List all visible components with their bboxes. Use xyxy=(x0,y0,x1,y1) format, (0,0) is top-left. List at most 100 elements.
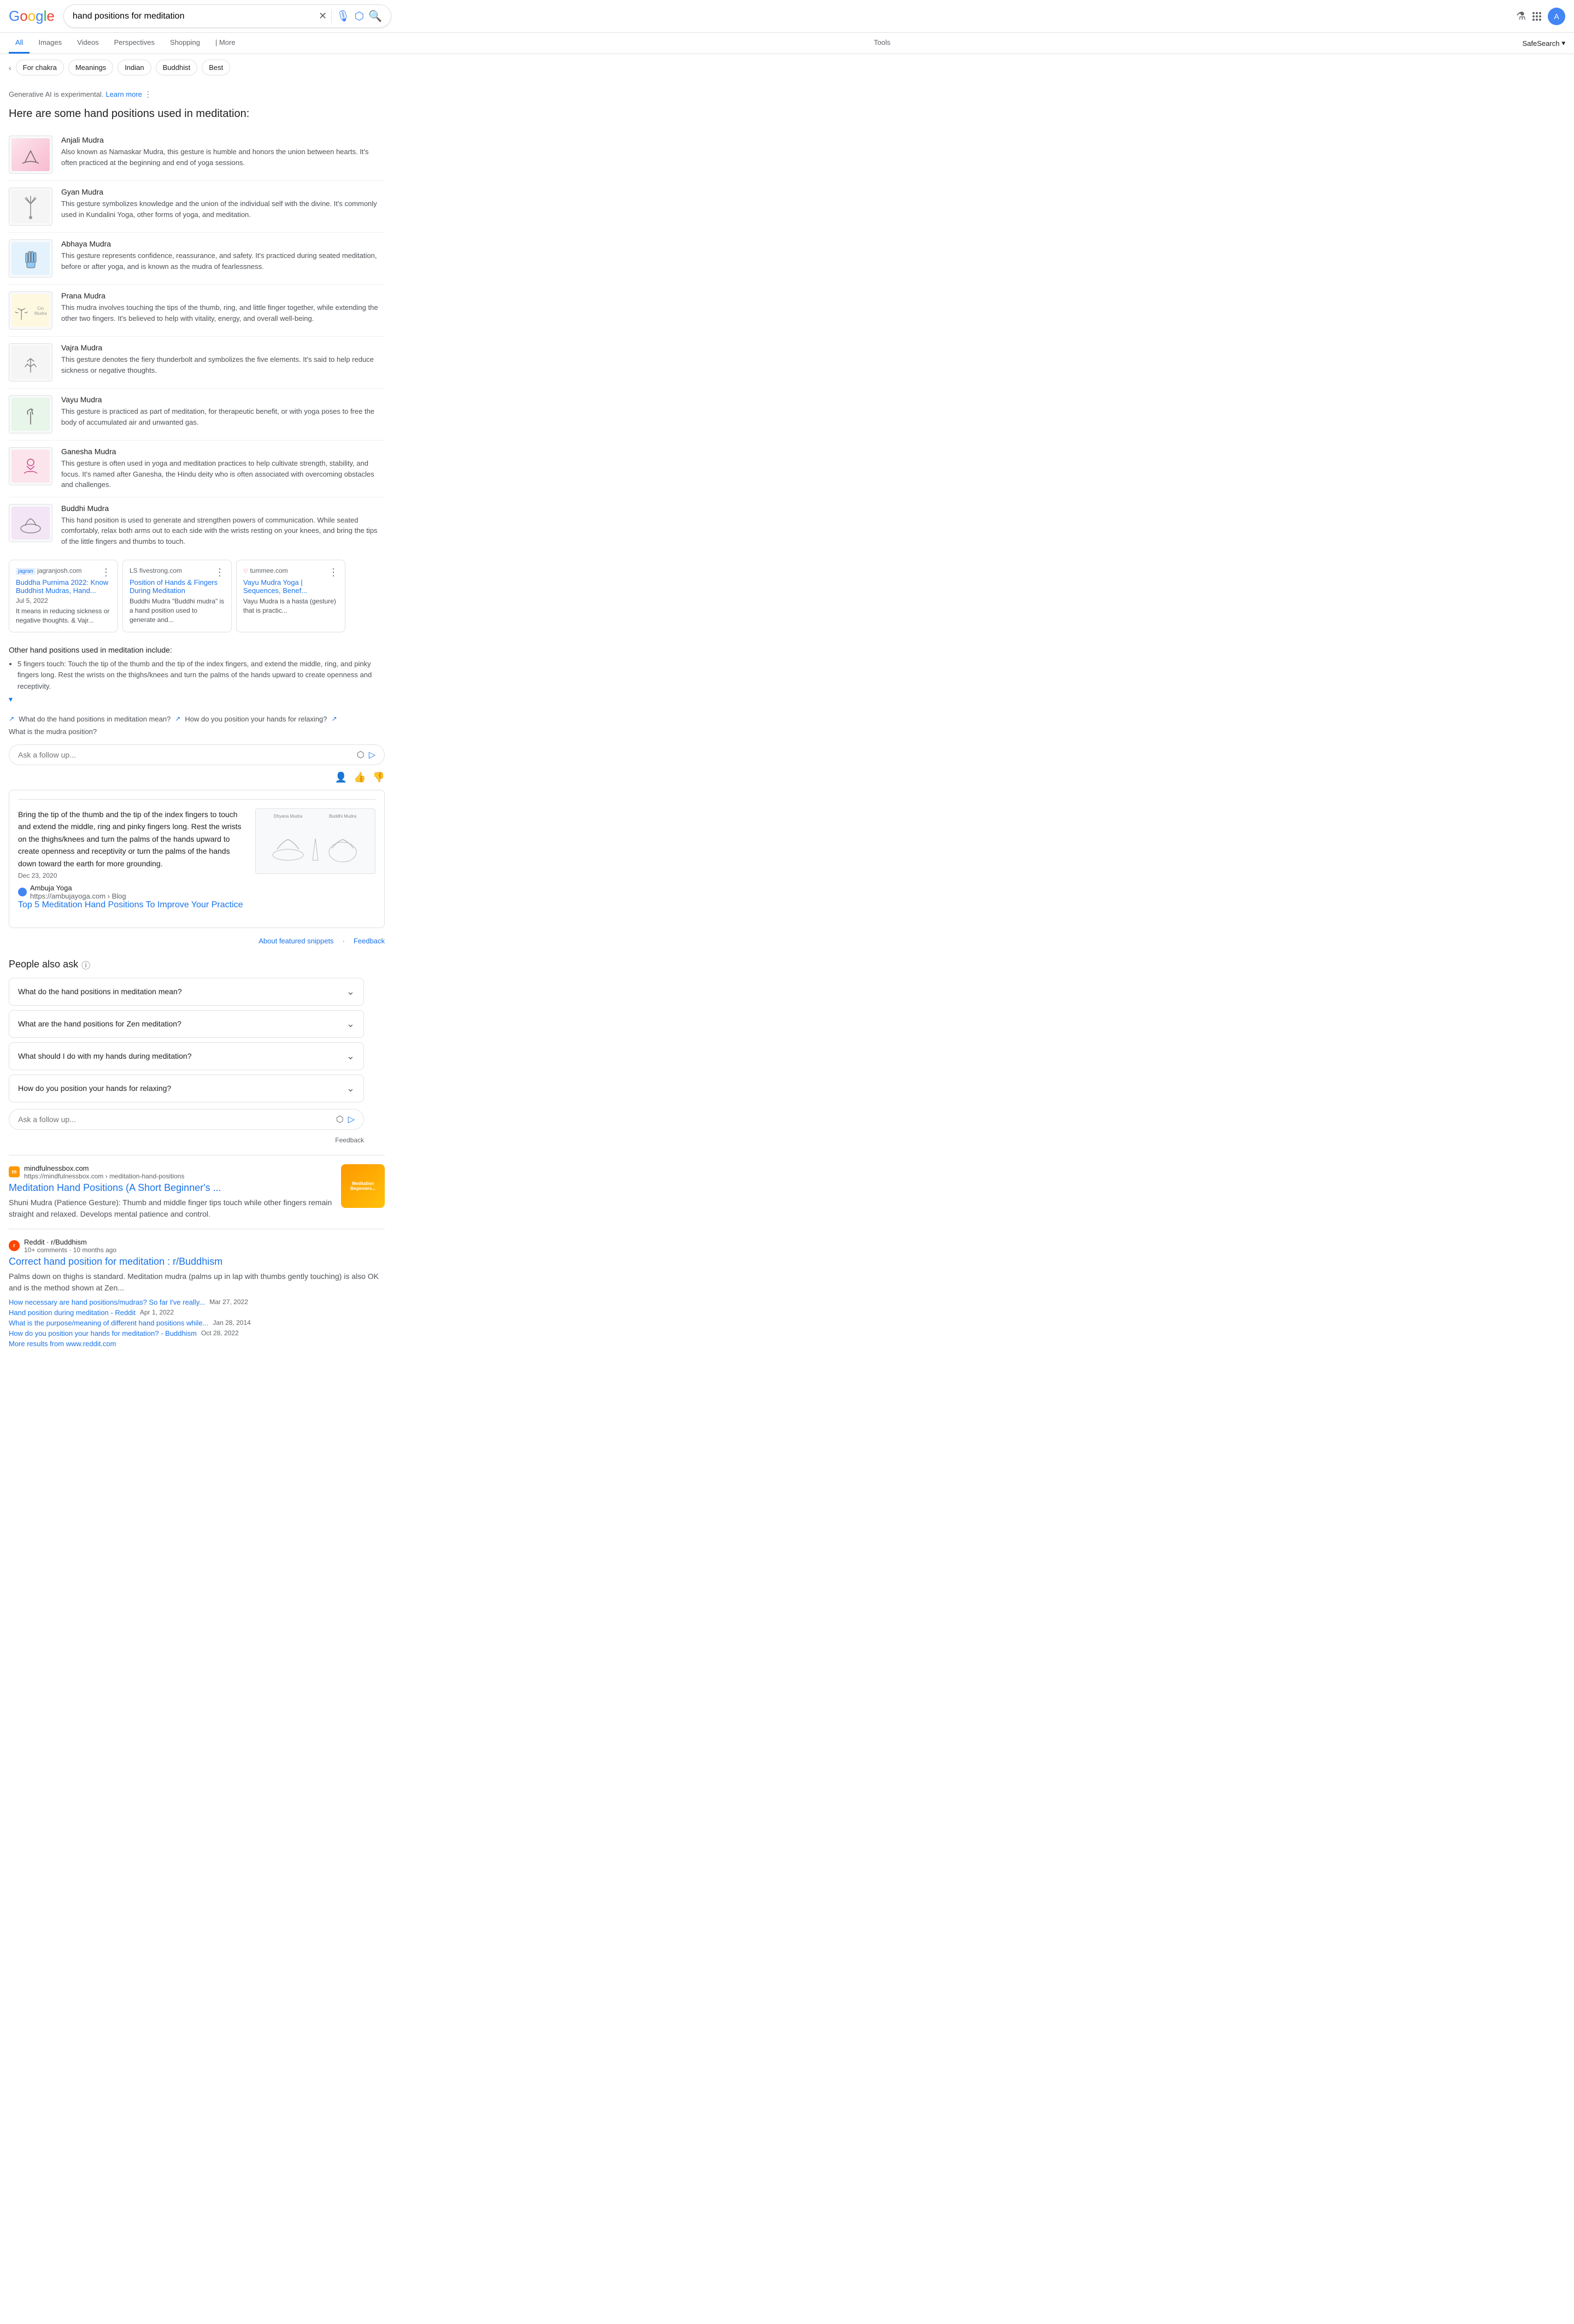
google-logo: G o o g l e xyxy=(9,8,55,25)
mudra-desc: This gesture represents confidence, reas… xyxy=(61,250,385,272)
search-input[interactable] xyxy=(73,11,314,21)
mudra-desc: Also known as Namaskar Mudra, this gestu… xyxy=(61,146,385,168)
list-item: Cin Mudra Prana Mudra This mudra involve… xyxy=(9,285,385,337)
result-title-link[interactable]: Meditation Hand Positions (A Short Begin… xyxy=(9,1182,332,1194)
chevron-down-icon: ⌄ xyxy=(346,1051,355,1062)
paa-item[interactable]: What do the hand positions in meditation… xyxy=(9,978,364,1006)
people-also-ask-section: People also ask ⓘ What do the hand posit… xyxy=(9,949,364,1155)
paa-question[interactable]: What should I do with my hands during me… xyxy=(9,1043,363,1070)
paa-question[interactable]: How do you position your hands for relax… xyxy=(9,1075,363,1102)
tab-images[interactable]: Images xyxy=(32,33,68,54)
list-item: Gyan Mudra This gesture symbolizes knowl… xyxy=(9,181,385,233)
microphone-icon[interactable]: 🎙 xyxy=(336,9,350,23)
followup-question[interactable]: How do you position your hands for relax… xyxy=(185,715,327,723)
snippet-date: Dec 23, 2020 xyxy=(18,872,246,879)
tools-button[interactable]: Tools xyxy=(867,33,897,54)
image-input-icon-2[interactable]: ⬡ xyxy=(336,1114,344,1125)
paa-info-icon[interactable]: ⓘ xyxy=(81,958,90,971)
source-card-menu-icon[interactable]: ⋮ xyxy=(215,567,225,578)
other-section: Other hand positions used in meditation … xyxy=(9,639,385,711)
apps-icon[interactable] xyxy=(1532,12,1541,21)
divider xyxy=(331,10,332,23)
result-site-info: Reddit · r/Buddhism 10+ comments · 10 mo… xyxy=(24,1238,116,1254)
buddhi-mudra-svg xyxy=(17,512,44,534)
source-card[interactable]: LS fivestrong.com ⋮ Position of Hands & … xyxy=(122,560,232,632)
sub-link[interactable]: How do you position your hands for medit… xyxy=(9,1329,385,1337)
mudra-name: Buddhi Mudra xyxy=(61,504,385,513)
sub-link-date: Mar 27, 2022 xyxy=(209,1298,248,1306)
source-card[interactable]: ♡ tummee.com ⋮ Vayu Mudra Yoga | Sequenc… xyxy=(236,560,345,632)
image-input-icon[interactable]: ⬡ xyxy=(357,749,365,760)
source-card[interactable]: jagran jagranjosh.com ⋮ Buddha Purnima 2… xyxy=(9,560,118,632)
send-icon[interactable]: ▷ xyxy=(369,749,375,760)
sub-link-text: Hand position during meditation - Reddit xyxy=(9,1308,136,1317)
source-card-menu-icon[interactable]: ⋮ xyxy=(101,567,111,578)
ask-followup-bar-2[interactable]: ⬡ ▷ xyxy=(9,1109,364,1130)
ask-followup-input[interactable] xyxy=(18,750,353,759)
info-icon[interactable]: ⋮ xyxy=(144,90,152,99)
source-card-title[interactable]: Position of Hands & Fingers During Medit… xyxy=(130,578,225,595)
filter-chip-arrow-icon[interactable]: ‹ xyxy=(9,63,11,72)
snippet-feedback-link[interactable]: Feedback xyxy=(354,937,385,945)
source-card-text: Vayu Mudra is a hasta (gesture) that is … xyxy=(243,597,338,615)
more-results-link[interactable]: More results from www.reddit.com xyxy=(9,1340,385,1348)
image-search-icon[interactable]: ⬡ xyxy=(355,9,364,23)
chip-buddhist[interactable]: Buddhist xyxy=(156,60,198,75)
about-featured-snippets-link[interactable]: About featured snippets xyxy=(259,937,333,945)
header: G o o g l e ✕ 🎙 ⬡ 🔍 ⚗ A xyxy=(0,0,1574,33)
sub-link-text: How do you position your hands for medit… xyxy=(9,1329,197,1337)
mudra-desc: This gesture is often used in yoga and m… xyxy=(61,458,385,490)
result-title-link[interactable]: Correct hand position for meditation : r… xyxy=(9,1256,385,1267)
abhaya-mudra-svg xyxy=(21,245,40,272)
tab-all[interactable]: All xyxy=(9,33,30,54)
safesearch-menu[interactable]: SafeSearch ▾ xyxy=(1523,39,1565,48)
list-item: 5 fingers touch: Touch the tip of the th… xyxy=(17,659,385,692)
paa-item[interactable]: What should I do with my hands during me… xyxy=(9,1042,364,1070)
learn-more-link[interactable]: Learn more xyxy=(105,90,142,98)
sub-link[interactable]: How necessary are hand positions/mudras?… xyxy=(9,1298,385,1306)
ask-followup-input-2[interactable] xyxy=(18,1115,332,1124)
tab-perspectives[interactable]: Perspectives xyxy=(108,33,161,54)
thumbs-up-button[interactable]: 👍 xyxy=(354,772,366,783)
source-card-date: Jul 5, 2022 xyxy=(16,597,111,605)
chip-indian[interactable]: Indian xyxy=(118,60,151,75)
source-card-title[interactable]: Vayu Mudra Yoga | Sequences, Benef... xyxy=(243,578,338,595)
mudra-desc: This mudra involves touching the tips of… xyxy=(61,302,385,324)
share-feedback-button[interactable]: 👤 xyxy=(335,772,347,783)
svg-text:Buddhi Mudra: Buddhi Mudra xyxy=(329,814,356,819)
expand-other-icon[interactable]: ▾ xyxy=(9,695,13,703)
mudra-content-prana: Prana Mudra This mudra involves touching… xyxy=(61,291,385,330)
search-icon[interactable]: 🔍 xyxy=(368,9,382,23)
avatar[interactable]: A xyxy=(1548,8,1565,25)
chip-for-chakra[interactable]: For chakra xyxy=(16,60,64,75)
tab-more[interactable]: | More xyxy=(209,33,242,54)
thumbs-down-button[interactable]: 👎 xyxy=(373,772,385,783)
chip-meanings[interactable]: Meanings xyxy=(68,60,113,75)
source-card-title[interactable]: Buddha Purnima 2022: Know Buddhist Mudra… xyxy=(16,578,111,595)
followup-question[interactable]: What is the mudra position? xyxy=(9,727,97,736)
clear-icon[interactable]: ✕ xyxy=(319,10,327,22)
source-card-menu-icon[interactable]: ⋮ xyxy=(328,567,338,578)
paa-question[interactable]: What do the hand positions in meditation… xyxy=(9,978,363,1005)
tab-shopping[interactable]: Shopping xyxy=(163,33,207,54)
paa-question-text: What are the hand positions for Zen medi… xyxy=(18,1019,181,1028)
sub-link[interactable]: What is the purpose/meaning of different… xyxy=(9,1319,385,1327)
paa-question[interactable]: What are the hand positions for Zen medi… xyxy=(9,1011,363,1037)
link-icon: ↗ xyxy=(332,715,337,723)
chip-best[interactable]: Best xyxy=(202,60,230,75)
ask-followup-bar[interactable]: ⬡ ▷ xyxy=(9,744,385,765)
send-icon-2[interactable]: ▷ xyxy=(348,1114,355,1125)
snippet-source-name: Ambuja Yoga xyxy=(30,884,126,892)
list-item: Vayu Mudra This gesture is practiced as … xyxy=(9,389,385,441)
paa-feedback-link[interactable]: Feedback xyxy=(9,1134,364,1146)
mudra-name: Anjali Mudra xyxy=(61,136,385,144)
sub-link-text: What is the purpose/meaning of different… xyxy=(9,1319,208,1327)
tab-videos[interactable]: Videos xyxy=(71,33,105,54)
snippet-title-link[interactable]: Top 5 Meditation Hand Positions To Impro… xyxy=(18,900,243,909)
paa-item[interactable]: What are the hand positions for Zen medi… xyxy=(9,1010,364,1038)
paa-item[interactable]: How do you position your hands for relax… xyxy=(9,1075,364,1102)
result-description: Shuni Mudra (Patience Gesture): Thumb an… xyxy=(9,1197,332,1220)
paa-question-text: What should I do with my hands during me… xyxy=(18,1052,192,1060)
followup-question[interactable]: What do the hand positions in meditation… xyxy=(19,715,171,723)
sub-link[interactable]: Hand position during meditation - Reddit… xyxy=(9,1308,385,1317)
